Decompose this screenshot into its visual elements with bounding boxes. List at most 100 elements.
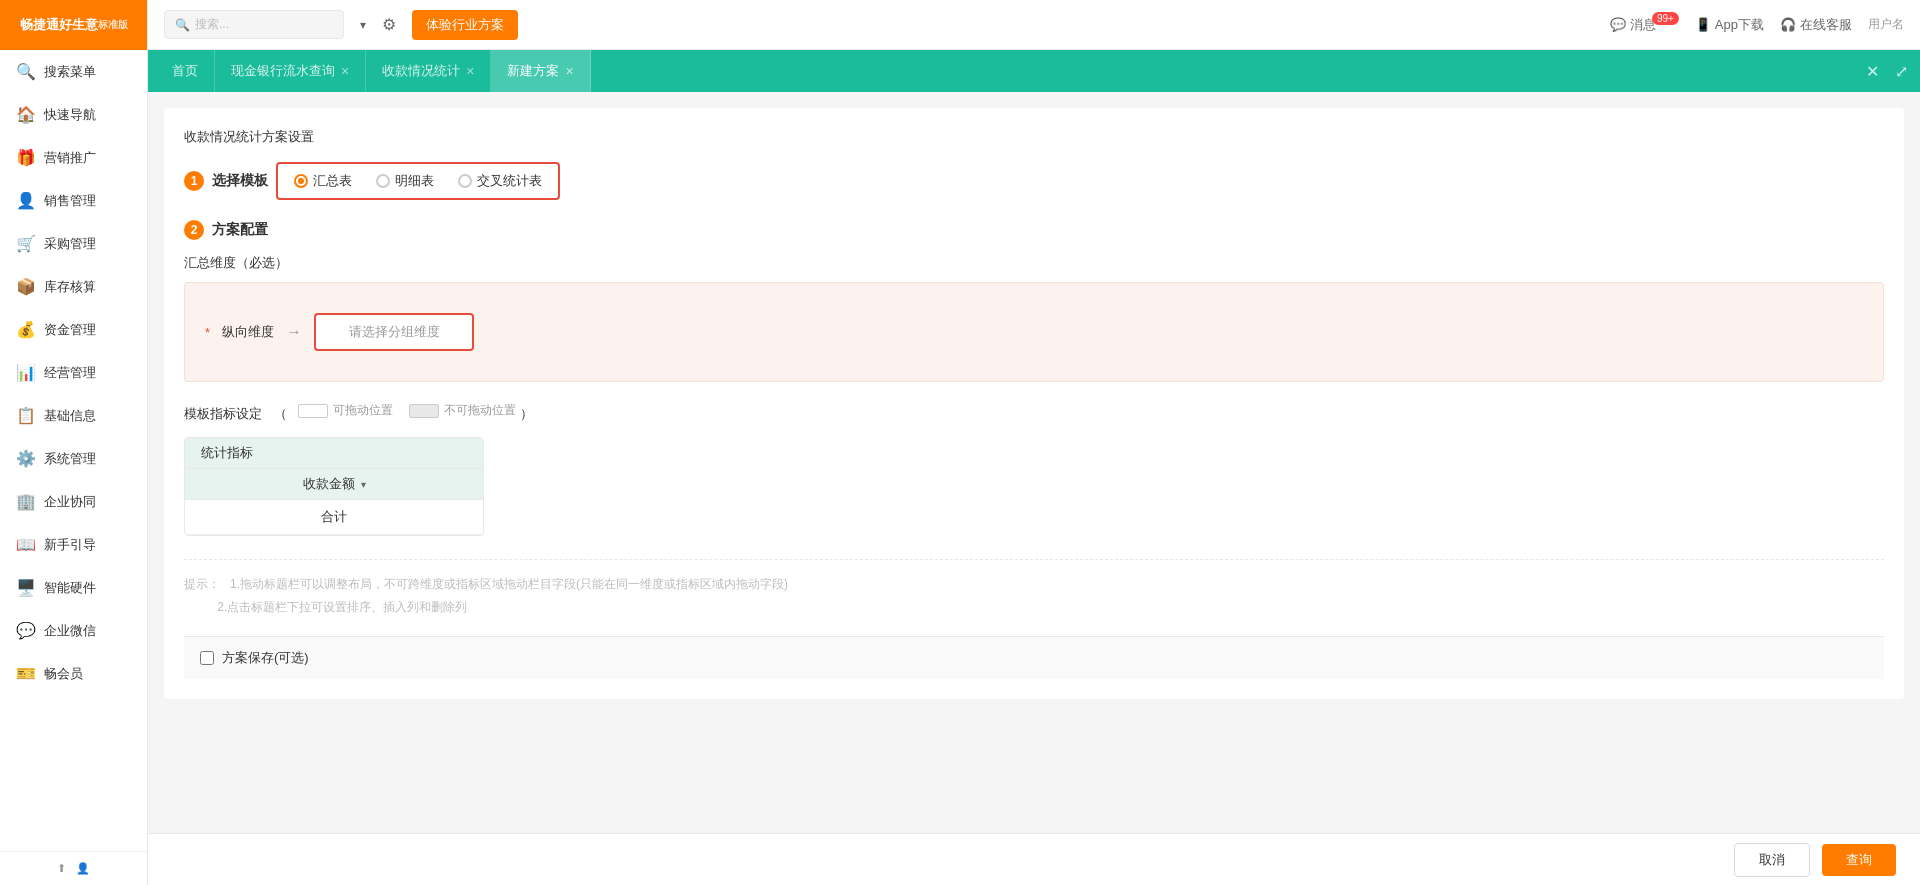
app-download-item[interactable]: 📱 App下载 <box>1695 16 1764 34</box>
template-radio-group: 汇总表 明细表 交叉统计表 <box>276 162 560 200</box>
tab-bank-flow[interactable]: 现金银行流水查询 × <box>215 50 366 92</box>
sidebar-item-smart-hw[interactable]: 🖥️ 智能硬件 <box>0 566 147 609</box>
sidebar-item-label: 基础信息 <box>44 407 96 425</box>
tab-collection-stats-close[interactable]: × <box>466 63 474 79</box>
search-icon: 🔍 <box>16 62 36 81</box>
tab-controls: ✕ ⤢ <box>1862 58 1912 85</box>
header-dropdown[interactable]: ▾ <box>360 18 366 32</box>
content-panel: 收款情况统计方案设置 1 选择模板 汇总表 明细表 交 <box>164 108 1904 699</box>
stats-table-header: 统计指标 <box>185 438 483 469</box>
tab-bank-flow-close[interactable]: × <box>341 63 349 79</box>
sidebar-item-purchase[interactable]: 🛒 采购管理 <box>0 222 147 265</box>
panel-title: 收款情况统计方案设置 <box>184 128 1884 146</box>
required-marker: * <box>205 325 210 340</box>
main-content: 收款情况统计方案设置 1 选择模板 汇总表 明细表 交 <box>148 92 1920 885</box>
app-icon: 📱 <box>1695 17 1711 32</box>
chat-icon: 💬 <box>16 621 36 640</box>
save-label: 方案保存(可选) <box>222 649 309 667</box>
stats-col-header[interactable]: 收款金额 ▾ <box>185 469 483 500</box>
sidebar-bottom-item2[interactable]: 👤 <box>76 862 90 875</box>
search-icon: 🔍 <box>175 18 190 32</box>
nodrag-indicator <box>409 404 439 418</box>
sidebar-item-inventory[interactable]: 📦 库存核算 <box>0 265 147 308</box>
step1-label: 选择模板 <box>212 172 268 190</box>
summary-dimension-label: 汇总维度（必选） <box>184 254 1884 272</box>
book-icon: 📖 <box>16 535 36 554</box>
tab-close-btn[interactable]: ✕ <box>1862 58 1883 85</box>
stats-table: 统计指标 收款金额 ▾ 合计 <box>184 437 484 536</box>
sidebar-item-system[interactable]: ⚙️ 系统管理 <box>0 437 147 480</box>
radio-detail[interactable]: 明细表 <box>376 172 434 190</box>
box-icon: 📦 <box>16 277 36 296</box>
step1-number: 1 <box>184 171 204 191</box>
online-service-item[interactable]: 🎧 在线客服 <box>1780 16 1852 34</box>
footer-bar: 取消 查询 <box>148 833 1920 885</box>
sidebar-item-label: 搜索菜单 <box>44 63 96 81</box>
header-search[interactable]: 🔍 搜索... <box>164 10 344 39</box>
logo-text: 畅捷通好生意 <box>20 16 98 34</box>
radio-detail-label: 明细表 <box>395 172 434 190</box>
chart-icon: 📊 <box>16 363 36 382</box>
sidebar-item-guide[interactable]: 📖 新手引导 <box>0 523 147 566</box>
hint-nodrag-label: 不可拖动位置 <box>444 402 516 419</box>
hint-drag-label: 可拖动位置 <box>333 402 393 419</box>
header: 🔍 搜索... ▾ ⚙ 体验行业方案 💬 消息 99+ 📱 App下载 🎧 在线… <box>148 0 1920 50</box>
radio-summary-label: 汇总表 <box>313 172 352 190</box>
sidebar-bottom: ⬆ 👤 <box>0 851 147 885</box>
radio-detail-dot <box>376 174 390 188</box>
sidebar-bottom-item1[interactable]: ⬆ <box>57 862 66 875</box>
sidebar-item-label: 新手引导 <box>44 536 96 554</box>
sidebar-item-enterprise[interactable]: 🏢 企业协同 <box>0 480 147 523</box>
cart-icon: 🛒 <box>16 234 36 253</box>
sidebar-item-marketing[interactable]: 🎁 营销推广 <box>0 136 147 179</box>
hint-drag-item: 可拖动位置 <box>298 402 393 419</box>
tab-bank-flow-label: 现金银行流水查询 <box>231 62 335 80</box>
radio-cross-label: 交叉统计表 <box>477 172 542 190</box>
settings-icon[interactable]: ⚙ <box>382 15 396 34</box>
drag-indicator <box>298 404 328 418</box>
tab-new-plan-close[interactable]: × <box>565 63 573 79</box>
sidebar-item-operation[interactable]: 📊 经营管理 <box>0 351 147 394</box>
tab-collection-stats[interactable]: 收款情况统计 × <box>366 50 491 92</box>
trial-button[interactable]: 体验行业方案 <box>412 10 518 40</box>
radio-cross[interactable]: 交叉统计表 <box>458 172 542 190</box>
sidebar-item-member[interactable]: 🎫 畅会员 <box>0 652 147 695</box>
step1-header: 1 选择模板 汇总表 明细表 交叉统计表 <box>184 162 1884 200</box>
tab-home[interactable]: 首页 <box>156 50 215 92</box>
sidebar-item-search-menu[interactable]: 🔍 搜索菜单 <box>0 50 147 93</box>
building-icon: 🏢 <box>16 492 36 511</box>
notification-item[interactable]: 💬 消息 99+ <box>1610 16 1679 34</box>
sidebar-item-wechat[interactable]: 💬 企业微信 <box>0 609 147 652</box>
sidebar-item-label: 采购管理 <box>44 235 96 253</box>
sidebar-item-sales[interactable]: 👤 销售管理 <box>0 179 147 222</box>
cancel-button[interactable]: 取消 <box>1734 843 1810 877</box>
home-icon: 🏠 <box>16 105 36 124</box>
sidebar-item-quick-nav[interactable]: 🏠 快速导航 <box>0 93 147 136</box>
col-dropdown-icon[interactable]: ▾ <box>361 479 366 490</box>
tabs-bar: 首页 现金银行流水查询 × 收款情况统计 × 新建方案 × ✕ ⤢ <box>148 50 1920 92</box>
save-checkbox[interactable] <box>200 651 214 665</box>
radio-cross-dot <box>458 174 472 188</box>
hint-nodrag-item: 不可拖动位置 <box>409 402 516 419</box>
sidebar-item-finance[interactable]: 💰 资金管理 <box>0 308 147 351</box>
dimension-select[interactable]: 请选择分组维度 <box>314 313 474 351</box>
tab-fullscreen-btn[interactable]: ⤢ <box>1891 58 1912 85</box>
tip-item-1: 提示： 1.拖动标题栏可以调整布局，不可跨维度或指标区域拖动栏目字段(只能在同一… <box>184 576 1884 593</box>
dimension-area: * 纵向维度 → 请选择分组维度 <box>184 282 1884 382</box>
gift-icon: 🎁 <box>16 148 36 167</box>
query-button[interactable]: 查询 <box>1822 844 1896 876</box>
step2-number: 2 <box>184 220 204 240</box>
indicator-section: 模板指标设定 （ 可拖动位置 不可拖动位置 ） <box>184 402 1884 539</box>
radio-summary[interactable]: 汇总表 <box>294 172 352 190</box>
sidebar-item-base-info[interactable]: 📋 基础信息 <box>0 394 147 437</box>
sidebar-item-label: 库存核算 <box>44 278 96 296</box>
user-name[interactable]: 用户名 <box>1868 16 1904 33</box>
step2-section: 2 方案配置 汇总维度（必选） * 纵向维度 → 请选择分组维度 <box>184 220 1884 616</box>
tip-item-2: 2.点击标题栏下拉可设置排序、插入列和删除列 <box>184 599 1884 616</box>
indicator-label: 模板指标设定 （ 可拖动位置 不可拖动位置 ） <box>184 402 1884 427</box>
step1-section: 1 选择模板 汇总表 明细表 交叉统计表 <box>184 162 1884 200</box>
tab-new-plan[interactable]: 新建方案 × <box>491 50 590 92</box>
save-section: 方案保存(可选) <box>184 636 1884 679</box>
tab-home-label: 首页 <box>172 62 198 80</box>
step2-header: 2 方案配置 <box>184 220 1884 240</box>
